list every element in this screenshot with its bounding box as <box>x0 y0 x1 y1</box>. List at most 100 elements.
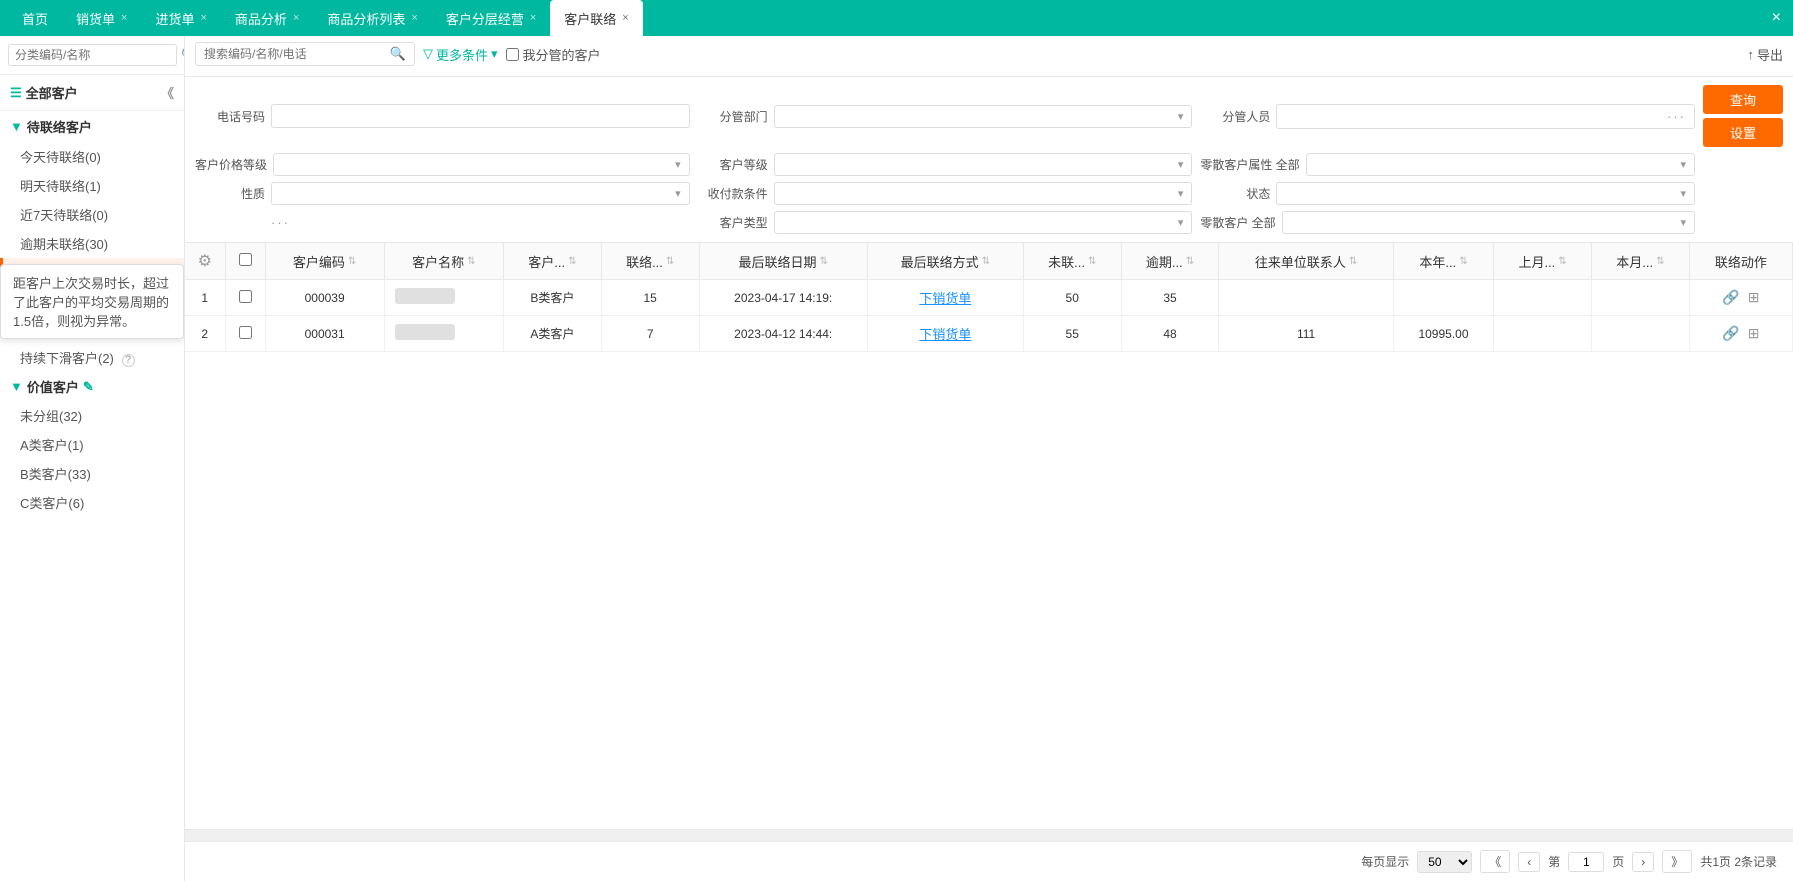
sidebar-pending-contact[interactable]: ▼ 待联络客户 <box>0 111 184 142</box>
filter-row-grade: 客户价格等级 ▾ 客户等级 ▾ 零散客户属性 全部 <box>195 153 1783 176</box>
close-all-button[interactable]: × <box>1772 9 1781 27</box>
select-all-checkbox[interactable] <box>239 253 252 266</box>
select-nature[interactable]: ▾ <box>271 182 690 205</box>
td-last-contact-date: 2023-04-12 14:44: <box>699 316 867 352</box>
horizontal-scrollbar[interactable] <box>185 829 1793 841</box>
page-size-select[interactable]: 50 100 200 <box>1417 851 1472 873</box>
nav-item-customer-contact[interactable]: 客户联络 × <box>550 0 642 36</box>
content-area: 🔍 ▽ 更多条件 ▾ 我分管的客户 ↑ 导出 <box>185 36 1793 881</box>
select-scatter-attr[interactable]: ▾ <box>1306 153 1695 176</box>
filter-field-cust-type: 客户类型 ▾ <box>698 211 1193 234</box>
my-customers-check[interactable] <box>506 48 519 61</box>
prev-page-button[interactable]: ‹ <box>1518 852 1540 872</box>
query-button[interactable]: 查询 <box>1703 85 1783 114</box>
first-page-button[interactable]: 《 <box>1480 850 1510 873</box>
sort-icon[interactable]: ⇅ <box>1349 256 1357 267</box>
sidebar-item-overdue[interactable]: 逾期未联络(30) <box>0 229 184 258</box>
grid-action-icon[interactable]: ⊞ <box>1748 325 1760 342</box>
sidebar-value-customers[interactable]: ▼ 价值客户 ✎ <box>0 372 184 401</box>
sidebar-search-input[interactable] <box>8 44 177 66</box>
filter-form: 电话号码 分管部门 ▾ 分管人员 ··· <box>185 77 1793 243</box>
th-settings[interactable]: ⚙ <box>185 243 225 280</box>
gear-button[interactable]: ⚙ <box>198 251 212 271</box>
sort-icon[interactable]: ⇅ <box>1186 256 1194 267</box>
td-checkbox[interactable] <box>225 280 265 316</box>
row-checkbox[interactable] <box>239 326 252 339</box>
sidebar-item-tomorrow[interactable]: 明天待联络(1) <box>0 171 184 200</box>
th-checkbox[interactable] <box>225 243 265 280</box>
select-status[interactable]: ▾ <box>1276 182 1695 205</box>
select-dept[interactable]: ▾ <box>774 105 1193 128</box>
table-container: ⚙ 客户编码⇅ 客户名称⇅ 客户...⇅ <box>185 243 1793 829</box>
search-icon[interactable]: 🔍 <box>181 47 185 63</box>
sort-icon[interactable]: ⇅ <box>1088 256 1096 267</box>
close-icon[interactable]: × <box>293 12 299 24</box>
label-cust-type: 客户类型 <box>698 214 768 231</box>
filter-row-phone: 电话号码 分管部门 ▾ 分管人员 ··· <box>195 85 1783 147</box>
grid-action-icon[interactable]: ⊞ <box>1748 289 1760 306</box>
td-checkbox[interactable] <box>225 316 265 352</box>
export-button[interactable]: ↑ 导出 <box>1747 45 1783 64</box>
chevron-down-icon: ▾ <box>675 187 681 200</box>
link-action-icon[interactable]: 🔗 <box>1722 289 1739 306</box>
collapse-icon[interactable]: 《 <box>161 83 174 102</box>
nav-item-home[interactable]: 首页 <box>8 0 62 36</box>
nav-item-sales[interactable]: 销货单 × <box>62 0 141 36</box>
th-overdue: 逾期...⇅ <box>1121 243 1219 280</box>
sidebar-all-customers[interactable]: ☰ 全部客户 《 <box>0 75 184 111</box>
nav-item-purchase[interactable]: 进货单 × <box>141 0 220 36</box>
more-conditions-button[interactable]: ▽ 更多条件 ▾ <box>423 45 498 64</box>
close-icon[interactable]: × <box>200 12 206 24</box>
close-icon[interactable]: × <box>121 12 127 24</box>
row-checkbox[interactable] <box>239 290 252 303</box>
last-page-button[interactable]: 》 <box>1662 850 1692 873</box>
search-icon[interactable]: 🔍 <box>390 46 406 62</box>
sidebar-item-ungrouped[interactable]: 未分组(32) <box>0 401 184 430</box>
select-cust-grade[interactable]: ▾ <box>774 153 1193 176</box>
edit-icon[interactable]: ✎ <box>83 379 94 395</box>
th-type: 客户...⇅ <box>503 243 601 280</box>
nav-item-product-analysis[interactable]: 商品分析 × <box>221 0 313 36</box>
sort-icon[interactable]: ⇅ <box>666 256 674 267</box>
sort-icon[interactable]: ⇅ <box>1459 256 1467 267</box>
sort-icon[interactable]: ⇅ <box>982 256 990 267</box>
chevron-down-icon: ▾ <box>1178 158 1184 171</box>
sidebar-item-class-a[interactable]: A类客户(1) <box>0 430 184 459</box>
sort-icon[interactable]: ⇅ <box>467 256 475 267</box>
sidebar-item-class-c[interactable]: C类客户(6) <box>0 488 184 517</box>
select-manager[interactable]: ··· <box>1276 104 1695 129</box>
nav-item-customer-layers[interactable]: 客户分层经营 × <box>432 0 550 36</box>
close-icon[interactable]: × <box>411 12 417 24</box>
sidebar-item-today[interactable]: 今天待联络(0) <box>0 142 184 171</box>
filter-field-payment: 收付款条件 ▾ <box>698 182 1193 205</box>
filter-field-cust-grade: 客户等级 ▾ <box>698 153 1193 176</box>
close-icon[interactable]: × <box>622 12 628 24</box>
settings-button[interactable]: 设置 <box>1703 118 1783 147</box>
nav-item-product-analysis-list[interactable]: 商品分析列表 × <box>313 0 431 36</box>
filter-icon: ▽ <box>423 46 433 62</box>
search-input[interactable] <box>204 47 390 61</box>
td-last-contact-method[interactable]: 下销货单 <box>867 316 1023 352</box>
td-contact-count: 15 <box>601 280 699 316</box>
next-page-button[interactable]: › <box>1632 852 1654 872</box>
label-payment: 收付款条件 <box>698 185 768 202</box>
current-page-input[interactable] <box>1568 852 1604 872</box>
close-icon[interactable]: × <box>530 12 536 24</box>
select-payment[interactable]: ▾ <box>774 182 1193 205</box>
link-action-icon[interactable]: 🔗 <box>1722 325 1739 342</box>
sort-icon[interactable]: ⇅ <box>568 256 576 267</box>
td-last-contact-method[interactable]: 下销货单 <box>867 280 1023 316</box>
my-customers-checkbox[interactable]: 我分管的客户 <box>506 45 601 64</box>
sidebar-item-declining[interactable]: 持续下滑客户(2) ? <box>0 343 184 372</box>
select-scatter[interactable]: ▾ <box>1282 211 1695 234</box>
sidebar-item-class-b[interactable]: B类客户(33) <box>0 459 184 488</box>
sort-icon[interactable]: ⇅ <box>820 256 828 267</box>
sort-icon[interactable]: ⇅ <box>348 256 356 267</box>
sort-icon[interactable]: ⇅ <box>1656 256 1664 267</box>
input-phone[interactable] <box>271 104 690 128</box>
sort-icon[interactable]: ⇅ <box>1558 256 1566 267</box>
sidebar-search-area: 🔍 <box>0 36 184 75</box>
select-price-grade[interactable]: ▾ <box>273 153 690 176</box>
select-cust-type[interactable]: ▾ <box>774 211 1193 234</box>
sidebar-item-7days[interactable]: 近7天待联络(0) <box>0 200 184 229</box>
